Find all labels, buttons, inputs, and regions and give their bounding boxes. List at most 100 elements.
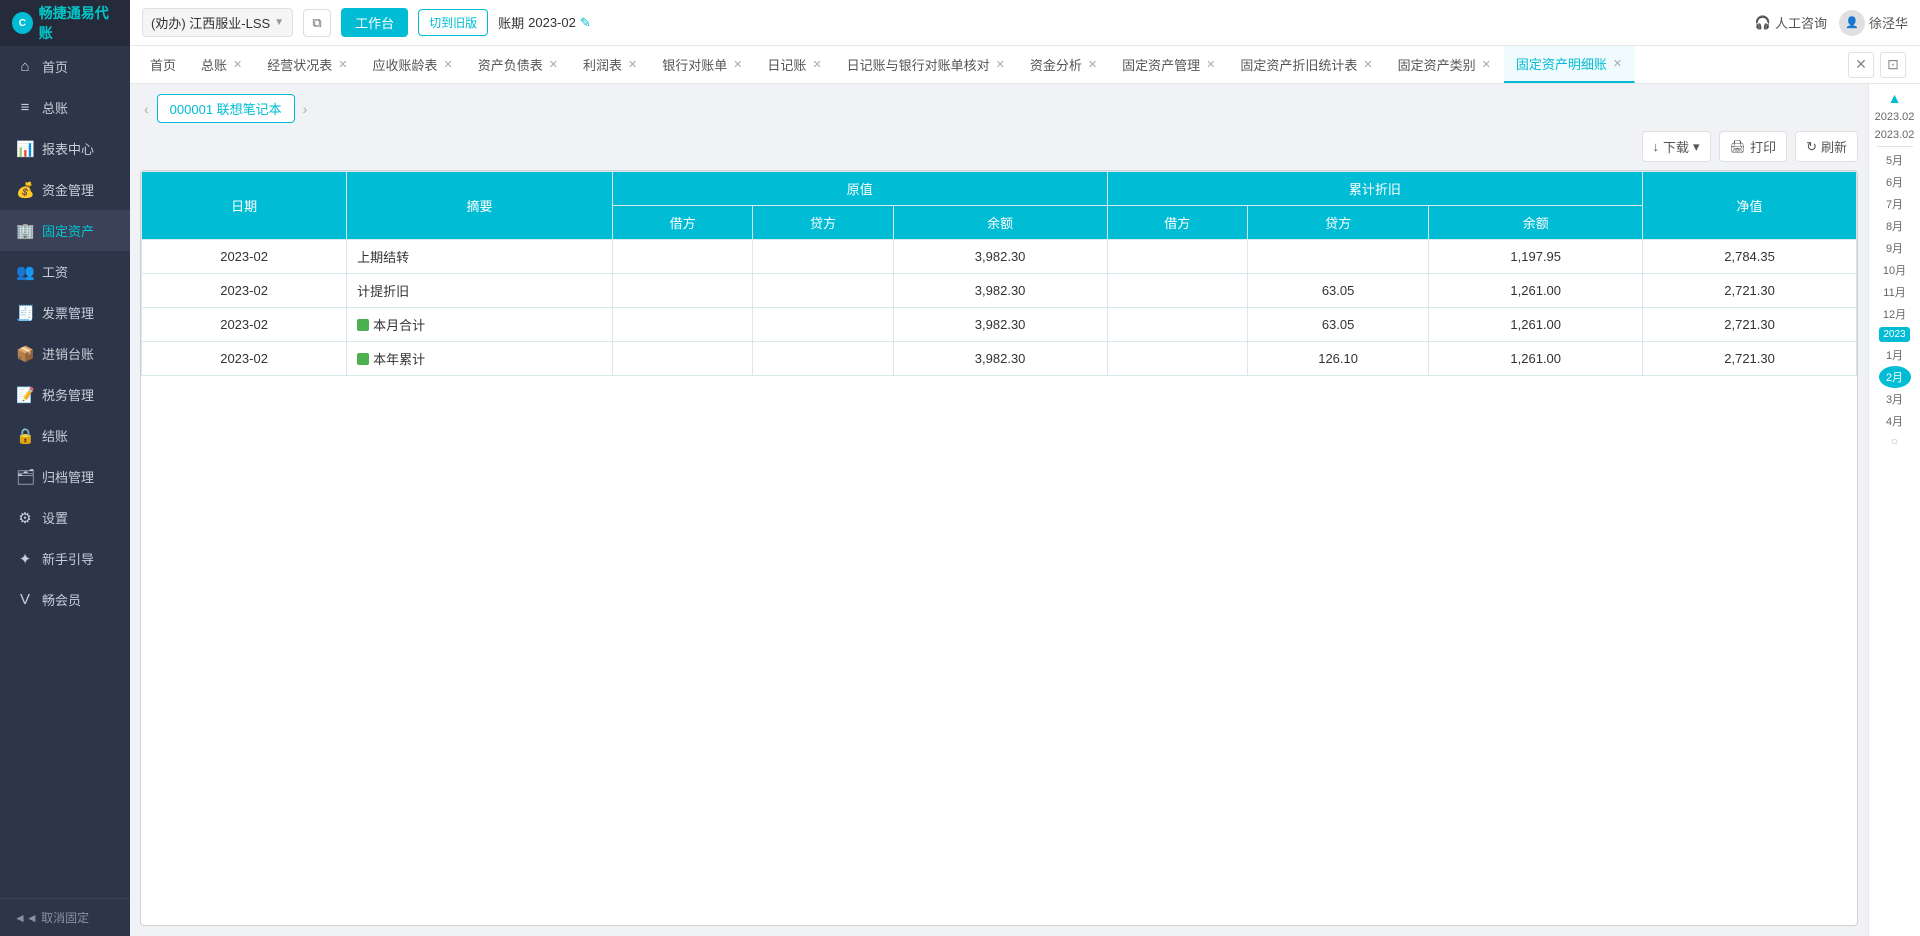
sub-nav-asset-item[interactable]: 000001 联想笔记本 bbox=[157, 94, 295, 123]
timeline-month-9[interactable]: 9月 bbox=[1869, 237, 1920, 259]
tab-close-fixed-category[interactable]: ✕ bbox=[1482, 58, 1491, 71]
row-acc-debit bbox=[1107, 308, 1247, 342]
download-button[interactable]: ↓ 下载 ▾ bbox=[1642, 131, 1711, 162]
sidebar-item-home[interactable]: ⌂ 首页 bbox=[0, 46, 130, 87]
tab-close-ar[interactable]: ✕ bbox=[444, 58, 453, 71]
tab-close-fund-analysis[interactable]: ✕ bbox=[1088, 58, 1097, 71]
tab-close-depreciation-stats[interactable]: ✕ bbox=[1363, 58, 1372, 71]
sidebar-item-ledger[interactable]: ≡ 总账 bbox=[0, 87, 130, 128]
sidebar-item-settings[interactable]: ⚙ 设置 bbox=[0, 497, 130, 538]
timeline-month-1[interactable]: 1月 bbox=[1869, 344, 1920, 366]
maximize-button[interactable]: ⊡ bbox=[1880, 52, 1906, 78]
close-all-tabs-button[interactable]: ✕ bbox=[1848, 52, 1874, 78]
sidebar-item-reports[interactable]: 📊 报表中心 bbox=[0, 128, 130, 169]
tab-management-report[interactable]: 经营状况表 ✕ bbox=[255, 47, 360, 82]
period-edit-icon[interactable]: ✎ bbox=[580, 15, 591, 31]
timeline-month-10[interactable]: 10月 bbox=[1869, 259, 1920, 281]
timeline-month-12[interactable]: 12月 bbox=[1869, 303, 1920, 325]
row-net-value: 2,784.35 bbox=[1643, 240, 1857, 274]
copy-icon: ⧉ bbox=[312, 15, 321, 31]
tab-balance-sheet[interactable]: 资产负债表 ✕ bbox=[466, 47, 571, 82]
tab-close-balance-sheet[interactable]: ✕ bbox=[549, 58, 558, 71]
row-acc-balance: 1,261.00 bbox=[1429, 274, 1643, 308]
sidebar-label-close: 结账 bbox=[42, 426, 68, 445]
settings-icon: ⚙ bbox=[16, 509, 34, 527]
row-net-value: 2,721.30 bbox=[1643, 308, 1857, 342]
row-date: 2023-02 bbox=[142, 240, 347, 274]
sidebar-item-sales[interactable]: 📦 进销台账 bbox=[0, 333, 130, 374]
old-version-button[interactable]: 切到旧版 bbox=[418, 9, 488, 36]
sidebar-item-payroll[interactable]: 👥 工资 bbox=[0, 251, 130, 292]
service-button[interactable]: 🎧 人工咨询 bbox=[1755, 13, 1827, 32]
sidebar-item-fund[interactable]: 💰 资金管理 bbox=[0, 169, 130, 210]
timeline-month-5[interactable]: 5月 bbox=[1869, 149, 1920, 171]
row-orig-balance: 3,982.30 bbox=[893, 274, 1107, 308]
forward-arrow[interactable]: › bbox=[299, 99, 312, 119]
refresh-label: 刷新 bbox=[1821, 137, 1847, 156]
sidebar-item-invoice[interactable]: 🧾 发票管理 bbox=[0, 292, 130, 333]
tab-bank-statement[interactable]: 银行对账单 ✕ bbox=[650, 47, 755, 82]
tab-profit[interactable]: 利润表 ✕ bbox=[571, 47, 650, 82]
topbar-right: 🎧 人工咨询 👤 徐泾华 bbox=[1755, 10, 1908, 36]
timeline-month-3[interactable]: 3月 bbox=[1869, 388, 1920, 410]
refresh-button[interactable]: ↻ 刷新 bbox=[1795, 131, 1858, 162]
tab-close-fixed-mgmt[interactable]: ✕ bbox=[1206, 58, 1215, 71]
tab-close-fixed-detail[interactable]: ✕ bbox=[1613, 57, 1622, 70]
user-button[interactable]: 👤 徐泾华 bbox=[1839, 10, 1908, 36]
tab-fixed-detail[interactable]: 固定资产明细账 ✕ bbox=[1504, 46, 1635, 83]
tab-fixed-mgmt[interactable]: 固定资产管理 ✕ bbox=[1110, 47, 1228, 82]
tab-close-ledger[interactable]: ✕ bbox=[233, 58, 242, 71]
workbench-button[interactable]: 工作台 bbox=[341, 8, 408, 37]
company-name: (劝办) 江西服业-LSS bbox=[151, 13, 270, 32]
tab-ledger[interactable]: 总账 ✕ bbox=[189, 47, 255, 82]
app-logo: C 畅捷通易代账 bbox=[0, 0, 130, 46]
timeline-month-2[interactable]: 2月 bbox=[1879, 366, 1911, 388]
sidebar-item-member[interactable]: V 畅会员 bbox=[0, 579, 130, 620]
timeline-month-6[interactable]: 6月 bbox=[1869, 171, 1920, 193]
table-container: 日期 摘要 原值 累计折旧 净值 借方 贷方 余额 借方 贷方 余额 bbox=[140, 170, 1858, 926]
row-date: 2023-02 bbox=[142, 308, 347, 342]
sidebar-item-fixed-assets[interactable]: 🏢 固定资产 bbox=[0, 210, 130, 251]
tab-depreciation-stats[interactable]: 固定资产折旧统计表 ✕ bbox=[1228, 47, 1385, 82]
sidebar-label-invoice: 发票管理 bbox=[42, 303, 94, 322]
sidebar-label-reports: 报表中心 bbox=[42, 139, 94, 158]
row-acc-balance: 1,261.00 bbox=[1429, 308, 1643, 342]
tab-close-profit[interactable]: ✕ bbox=[628, 58, 637, 71]
sub-nav-asset-label: 000001 联想笔记本 bbox=[170, 102, 282, 117]
tabbar: 首页 总账 ✕ 经营状况表 ✕ 应收账龄表 ✕ 资产负债表 ✕ 利润表 ✕ 银行… bbox=[130, 46, 1920, 84]
tab-home[interactable]: 首页 bbox=[138, 47, 189, 82]
table-row: 2023-02 本年累计 3,982.30 126.10 1,261.00 2,… bbox=[142, 342, 1857, 376]
th-accumulated-depreciation: 累计折旧 bbox=[1107, 172, 1643, 206]
print-button[interactable]: 🖨 打印 bbox=[1719, 131, 1788, 162]
sidebar-item-close[interactable]: 🔒 结账 bbox=[0, 415, 130, 456]
timeline-month-7[interactable]: 7月 bbox=[1869, 193, 1920, 215]
current-year-badge: 2023 bbox=[1879, 327, 1909, 342]
tab-fixed-category[interactable]: 固定资产类别 ✕ bbox=[1386, 47, 1504, 82]
th-net-value: 净值 bbox=[1643, 172, 1857, 240]
sidebar-item-tax[interactable]: 📝 税务管理 bbox=[0, 374, 130, 415]
company-selector[interactable]: (劝办) 江西服业-LSS ▼ bbox=[142, 8, 293, 37]
timeline-month-4[interactable]: 4月 bbox=[1869, 410, 1920, 432]
tab-ar[interactable]: 应收账龄表 ✕ bbox=[360, 47, 465, 82]
copy-button[interactable]: ⧉ bbox=[303, 9, 331, 37]
timeline-month-11[interactable]: 11月 bbox=[1869, 281, 1920, 303]
timeline-month-8[interactable]: 8月 bbox=[1869, 215, 1920, 237]
tab-journal-bank[interactable]: 日记账与银行对账单核对 ✕ bbox=[835, 47, 1018, 82]
sidebar-label-fund: 资金管理 bbox=[42, 180, 94, 199]
th-date: 日期 bbox=[142, 172, 347, 240]
tab-close-journal[interactable]: ✕ bbox=[812, 58, 821, 71]
sidebar-item-guide[interactable]: ✦ 新手引导 bbox=[0, 538, 130, 579]
logo-icon: C bbox=[12, 12, 33, 34]
tab-close-management-report[interactable]: ✕ bbox=[338, 58, 347, 71]
back-arrow[interactable]: ‹ bbox=[140, 99, 153, 119]
tab-fund-analysis[interactable]: 资金分析 ✕ bbox=[1018, 47, 1110, 82]
row-orig-credit bbox=[753, 274, 893, 308]
timeline-scroll-down[interactable]: ○ bbox=[1889, 432, 1900, 450]
tab-close-journal-bank[interactable]: ✕ bbox=[996, 58, 1005, 71]
tab-close-bank-statement[interactable]: ✕ bbox=[733, 58, 742, 71]
sidebar-item-archive[interactable]: 🗂 归档管理 bbox=[0, 456, 130, 497]
row-acc-credit bbox=[1247, 240, 1428, 274]
tab-journal[interactable]: 日记账 ✕ bbox=[755, 47, 834, 82]
unpin-button[interactable]: ◄◄ 取消固定 bbox=[0, 898, 130, 936]
timeline-scroll-up[interactable]: ▲ bbox=[1886, 88, 1904, 108]
